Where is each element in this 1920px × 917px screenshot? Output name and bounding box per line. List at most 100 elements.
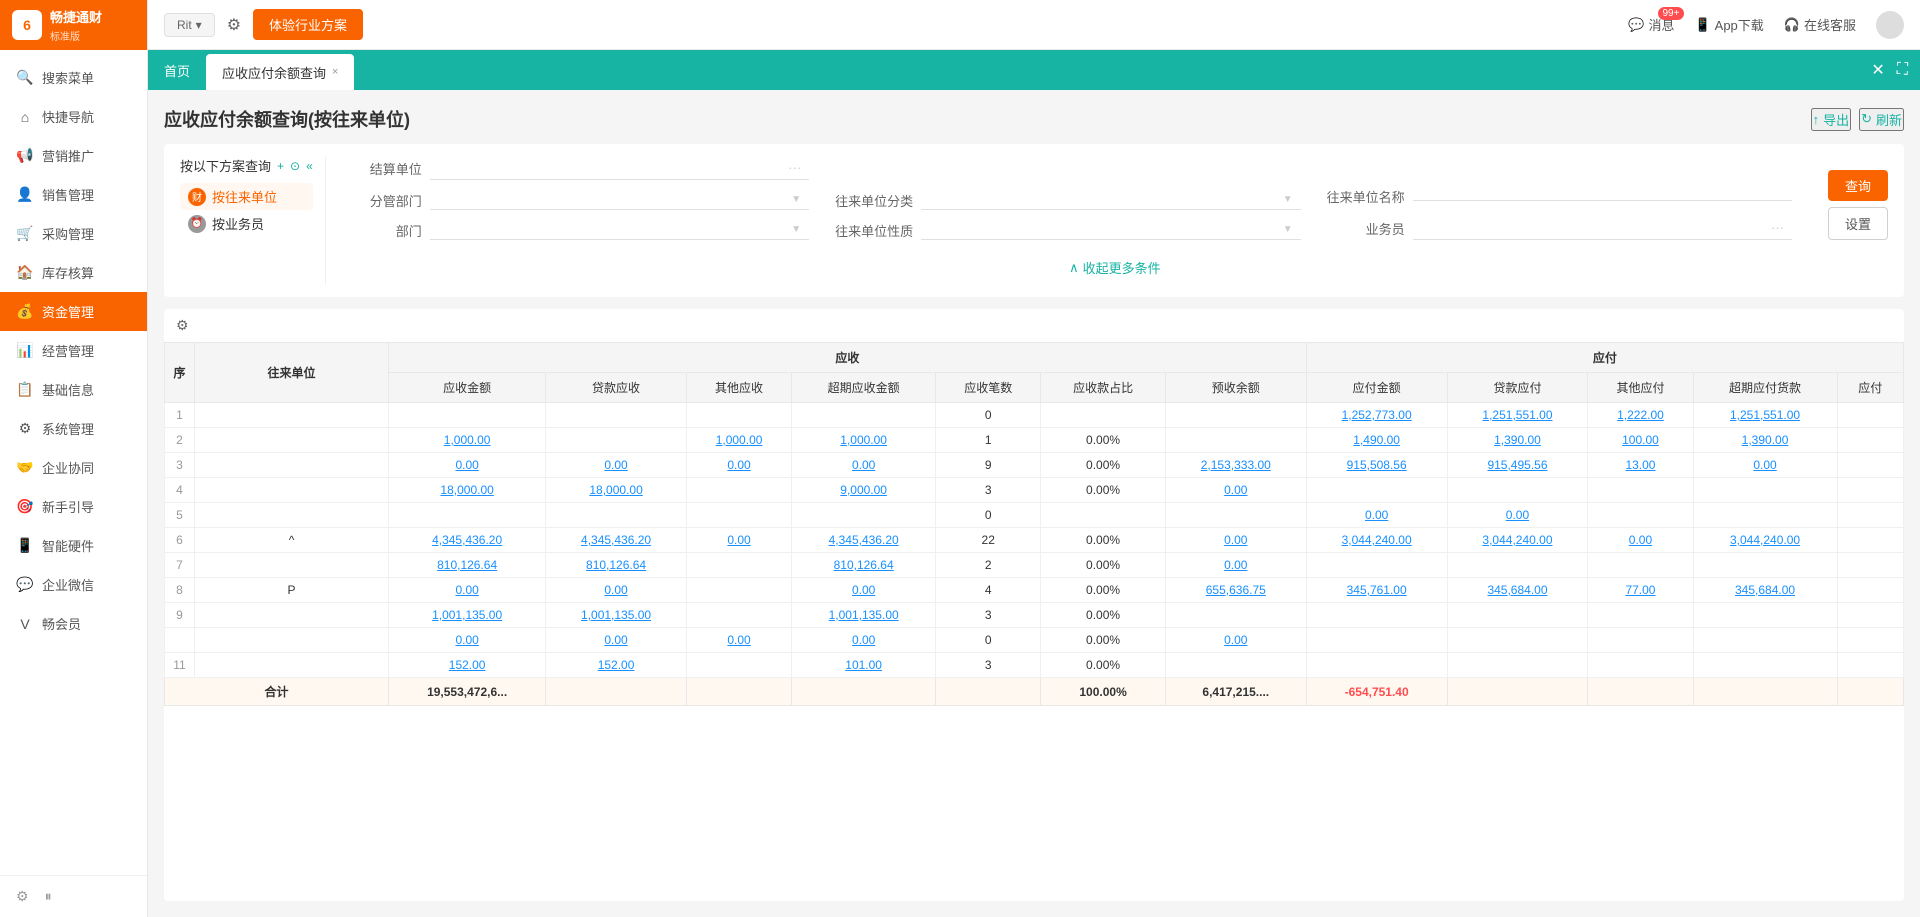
cell-pay_amount[interactable]: 1,252,773.00 [1306, 403, 1447, 428]
cell-loan_pay[interactable]: 0.00 [1447, 503, 1588, 528]
cell-overdue_recv[interactable]: 0.00 [792, 578, 936, 603]
cell-pay_amount[interactable]: 3,044,240.00 [1306, 528, 1447, 553]
footer-recv-amount[interactable]: 19,553,472,6... [389, 678, 546, 706]
cell-loan_recv[interactable]: 810,126.64 [546, 553, 687, 578]
cell-prepay_balance[interactable]: 0.00 [1165, 628, 1306, 653]
cell-loan_pay[interactable]: 915,495.56 [1447, 453, 1588, 478]
sidebar-item-basic[interactable]: 📋基础信息 [0, 370, 147, 409]
cell-overdue_pay[interactable]: 345,684.00 [1693, 578, 1837, 603]
export-btn[interactable]: ↑ 导出 [1811, 108, 1852, 131]
cell-loan_recv[interactable]: 1,001,135.00 [546, 603, 687, 628]
cell-recv_amount[interactable]: 1,000.00 [389, 428, 546, 453]
cell-recv_amount[interactable]: 0.00 [389, 628, 546, 653]
filter-settings-icon[interactable]: ⊙ [290, 159, 300, 173]
table-column-settings-icon[interactable]: ⚙ [176, 317, 189, 334]
cell-prepay_balance[interactable]: 0.00 [1165, 553, 1306, 578]
scheme-by-staff[interactable]: ⏰ 按业务员 [180, 210, 313, 237]
tab-close-icon[interactable]: × [332, 66, 338, 78]
cell-loan_recv[interactable]: 0.00 [546, 578, 687, 603]
minimize-icon[interactable]: ✕ [1871, 60, 1884, 80]
cell-other_pay[interactable]: 77.00 [1588, 578, 1693, 603]
cell-recv_amount[interactable]: 18,000.00 [389, 478, 546, 503]
cell-other_pay[interactable]: 0.00 [1588, 528, 1693, 553]
salesperson-input[interactable]: ··· [1413, 216, 1792, 240]
cell-recv_amount[interactable]: 0.00 [389, 578, 546, 603]
cell-recv_amount[interactable]: 4,345,436.20 [389, 528, 546, 553]
topbar-settings-icon[interactable]: ⚙ [227, 15, 241, 35]
cell-overdue_pay[interactable]: 0.00 [1693, 453, 1837, 478]
cell-overdue_pay[interactable]: 1,390.00 [1693, 428, 1837, 453]
settlement-unit-input[interactable]: ··· [430, 156, 809, 180]
trial-btn[interactable]: 体验行业方案 [253, 9, 363, 40]
cell-loan_recv[interactable]: 0.00 [546, 453, 687, 478]
cell-prepay_balance[interactable]: 655,636.75 [1165, 578, 1306, 603]
sidebar-item-purchase[interactable]: 🛒采购管理 [0, 214, 147, 253]
cell-other_recv[interactable]: 0.00 [686, 453, 791, 478]
collapse-more-btn[interactable]: ∧ 收起更多条件 [342, 250, 1888, 285]
query-btn[interactable]: 查询 [1828, 170, 1888, 201]
unit-category-input[interactable]: ▼ [921, 190, 1300, 210]
domain-selector[interactable]: Rit ▾ [164, 13, 215, 37]
settings-btn[interactable]: 设置 [1828, 207, 1888, 240]
sidebar-item-wechat[interactable]: 💬企业微信 [0, 565, 147, 604]
cell-overdue_recv[interactable]: 101.00 [792, 653, 936, 678]
sidebar-item-cooperation[interactable]: 🤝企业协同 [0, 448, 147, 487]
cell-recv_amount[interactable]: 152.00 [389, 653, 546, 678]
cell-recv_amount[interactable]: 810,126.64 [389, 553, 546, 578]
cell-overdue_recv[interactable]: 4,345,436.20 [792, 528, 936, 553]
cell-loan_recv[interactable]: 4,345,436.20 [546, 528, 687, 553]
refresh-btn[interactable]: ↻ 刷新 [1859, 108, 1904, 131]
sidebar-item-finance[interactable]: 💰资金管理 [0, 292, 147, 331]
cell-loan_pay[interactable]: 3,044,240.00 [1447, 528, 1588, 553]
sidebar-item-sales[interactable]: 👤销售管理 [0, 175, 147, 214]
scheme-by-unit[interactable]: 财 按往来单位 [180, 183, 313, 210]
cell-prepay_balance[interactable]: 2,153,333.00 [1165, 453, 1306, 478]
cell-overdue_pay[interactable]: 3,044,240.00 [1693, 528, 1837, 553]
dept-input[interactable]: ▼ [430, 220, 809, 240]
cell-overdue_recv[interactable]: 810,126.64 [792, 553, 936, 578]
collapse-icon[interactable]: ⏸ [45, 888, 52, 905]
add-filter-icon[interactable]: + [277, 159, 284, 173]
sidebar-item-inventory[interactable]: 🏠库存核算 [0, 253, 147, 292]
cell-overdue_recv[interactable]: 1,000.00 [792, 428, 936, 453]
cell-pay_amount[interactable]: 345,761.00 [1306, 578, 1447, 603]
maximize-icon[interactable]: ⛶ [1897, 61, 1908, 79]
cell-overdue_recv[interactable]: 9,000.00 [792, 478, 936, 503]
sidebar-item-operation[interactable]: 📊经营管理 [0, 331, 147, 370]
cell-overdue_recv[interactable]: 1,001,135.00 [792, 603, 936, 628]
settings-icon[interactable]: ⚙ [16, 888, 29, 905]
cell-other_pay[interactable]: 13.00 [1588, 453, 1693, 478]
cell-pay_amount[interactable]: 1,490.00 [1306, 428, 1447, 453]
cell-loan_pay[interactable]: 1,251,551.00 [1447, 403, 1588, 428]
collapse-filter-icon[interactable]: « [306, 159, 313, 173]
cell-overdue_pay[interactable]: 1,251,551.00 [1693, 403, 1837, 428]
cell-loan_recv[interactable]: 0.00 [546, 628, 687, 653]
cell-prepay_balance[interactable]: 0.00 [1165, 528, 1306, 553]
message-btn[interactable]: 💬 消息 99+ [1628, 15, 1674, 34]
cell-loan_recv[interactable]: 152.00 [546, 653, 687, 678]
cell-other_pay[interactable]: 1,222.00 [1588, 403, 1693, 428]
sidebar-item-member[interactable]: V畅会员 [0, 604, 147, 643]
avatar[interactable] [1876, 11, 1904, 39]
cell-loan_recv[interactable]: 18,000.00 [546, 478, 687, 503]
unit-nature-input[interactable]: ▼ [921, 220, 1300, 240]
cell-other_recv[interactable]: 1,000.00 [686, 428, 791, 453]
sidebar-item-marketing[interactable]: 📢营销推广 [0, 136, 147, 175]
cell-recv_amount[interactable]: 0.00 [389, 453, 546, 478]
branch-dept-input[interactable]: ▼ [430, 190, 809, 210]
cell-other_pay[interactable]: 100.00 [1588, 428, 1693, 453]
cell-prepay_balance[interactable]: 0.00 [1165, 478, 1306, 503]
cell-overdue_recv[interactable]: 0.00 [792, 453, 936, 478]
app-download-btn[interactable]: 📱 App下载 [1694, 15, 1763, 34]
online-service-btn[interactable]: 🎧 在线客服 [1784, 15, 1856, 34]
cell-pay_amount[interactable]: 0.00 [1306, 503, 1447, 528]
cell-loan_pay[interactable]: 345,684.00 [1447, 578, 1588, 603]
cell-other_recv[interactable]: 0.00 [686, 628, 791, 653]
cell-other_recv[interactable]: 0.00 [686, 528, 791, 553]
tab-home[interactable]: 首页 [148, 50, 206, 90]
sidebar-item-quicknav[interactable]: ⌂快捷导航 [0, 97, 147, 136]
tab-active[interactable]: 应收应付余额查询 × [206, 54, 354, 90]
sidebar-item-search[interactable]: 🔍搜索菜单 [0, 58, 147, 97]
cell-loan_pay[interactable]: 1,390.00 [1447, 428, 1588, 453]
sidebar-item-hardware[interactable]: 📱智能硬件 [0, 526, 147, 565]
